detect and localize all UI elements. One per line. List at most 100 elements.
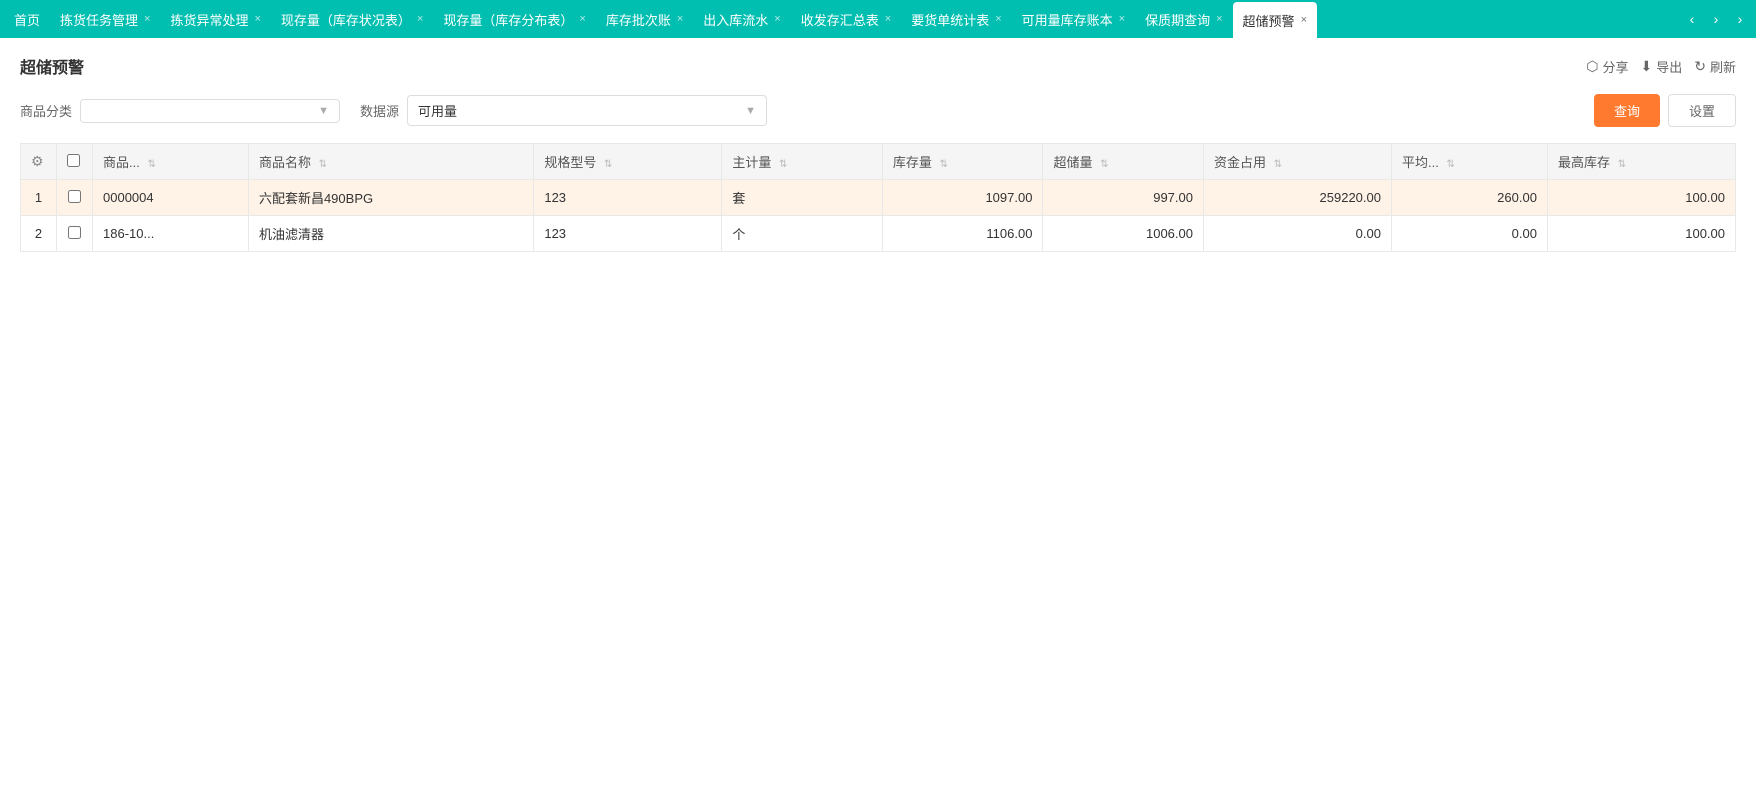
th-gear[interactable]: ⚙	[21, 144, 57, 180]
nav-item-overstock-warning[interactable]: 超储预警 ×	[1233, 2, 1317, 38]
nav-prev-arrow[interactable]: ‹	[1680, 0, 1704, 38]
close-icon[interactable]: ×	[1119, 13, 1125, 25]
cell-stock-qty: 1106.00	[882, 216, 1043, 252]
cell-product-name: 六配套新昌490BPG	[248, 180, 533, 216]
row-checkbox-cell[interactable]	[57, 180, 93, 216]
th-unit[interactable]: 主计量 ⇅	[722, 144, 883, 180]
refresh-button[interactable]: ↻ 刷新	[1694, 57, 1736, 76]
nav-item-recv-send[interactable]: 收发存汇总表 ×	[791, 0, 901, 38]
nav-item-inout-flow[interactable]: 出入库流水 ×	[693, 0, 790, 38]
chevron-down-icon: ▼	[318, 105, 329, 117]
cell-product-code: 0000004	[93, 180, 249, 216]
cell-unit: 套	[722, 180, 883, 216]
cell-overstock-qty: 1006.00	[1043, 216, 1204, 252]
settings-button[interactable]: 设置	[1668, 94, 1736, 127]
export-icon: ⬇	[1641, 58, 1653, 75]
cell-capital-occupy: 259220.00	[1203, 180, 1391, 216]
page-content: 超储预警 ⬡ 分享 ⬇ 导出 ↻ 刷新 商品分类 ▼ 数据源	[0, 38, 1756, 268]
close-icon[interactable]: ×	[774, 13, 780, 25]
cell-avg: 260.00	[1391, 180, 1547, 216]
close-icon[interactable]: ×	[1216, 13, 1222, 25]
data-table: ⚙ 商品... ⇅ 商品名称 ⇅ 规格型号 ⇅ 主计量	[20, 143, 1736, 252]
row-num: 1	[21, 180, 57, 216]
datasource-label: 数据源	[360, 101, 399, 120]
close-icon[interactable]: ×	[677, 13, 683, 25]
table-body: 1 0000004 六配套新昌490BPG 123 套 1097.00 997.…	[21, 180, 1736, 252]
sort-icon: ⇅	[1100, 159, 1108, 170]
nav-item-stock-dist[interactable]: 现存量（库存分布表） ×	[433, 0, 595, 38]
sort-icon: ⇅	[940, 159, 948, 170]
th-product-name[interactable]: 商品名称 ⇅	[248, 144, 533, 180]
cell-avg: 0.00	[1391, 216, 1547, 252]
nav-item-quality-check[interactable]: 保质期查询 ×	[1135, 0, 1232, 38]
page-header: 超储预警 ⬡ 分享 ⬇ 导出 ↻ 刷新	[20, 54, 1736, 78]
query-button[interactable]: 查询	[1594, 94, 1660, 127]
nav-item-order-stats[interactable]: 要货单统计表 ×	[901, 0, 1011, 38]
filter-row: 商品分类 ▼ 数据源 可用量 ▼ 查询 设置	[20, 94, 1736, 127]
th-avg[interactable]: 平均... ⇅	[1391, 144, 1547, 180]
nav-item-home[interactable]: 首页	[4, 0, 50, 38]
cell-product-name: 机油滤清器	[248, 216, 533, 252]
share-button[interactable]: ⬡ 分享	[1586, 57, 1628, 76]
sort-icon: ⇅	[319, 159, 327, 170]
sort-icon: ⇅	[1618, 159, 1626, 170]
nav-next-arrow[interactable]: ›	[1704, 0, 1728, 38]
header-actions: ⬡ 分享 ⬇ 导出 ↻ 刷新	[1586, 57, 1736, 76]
sort-icon: ⇅	[1446, 159, 1454, 170]
row-checkbox[interactable]	[68, 190, 81, 203]
product-category-select[interactable]: ▼	[80, 99, 340, 123]
cell-stock-qty: 1097.00	[882, 180, 1043, 216]
th-stock-qty[interactable]: 库存量 ⇅	[882, 144, 1043, 180]
th-spec[interactable]: 规格型号 ⇅	[534, 144, 722, 180]
cell-overstock-qty: 997.00	[1043, 180, 1204, 216]
filter-datasource: 数据源 可用量 ▼	[360, 95, 767, 126]
cell-capital-occupy: 0.00	[1203, 216, 1391, 252]
page-title: 超储预警	[20, 54, 84, 78]
table-row: 2 186-10... 机油滤清器 123 个 1106.00 1006.00 …	[21, 216, 1736, 252]
share-icon: ⬡	[1586, 58, 1598, 75]
sort-icon: ⇅	[779, 159, 787, 170]
th-max-stock[interactable]: 最高库存 ⇅	[1547, 144, 1735, 180]
cell-spec: 123	[534, 216, 722, 252]
filter-actions: 查询 设置	[1594, 94, 1736, 127]
close-icon[interactable]: ×	[885, 13, 891, 25]
row-num: 2	[21, 216, 57, 252]
th-capital-occupy[interactable]: 资金占用 ⇅	[1203, 144, 1391, 180]
refresh-icon: ↻	[1694, 58, 1706, 75]
cell-product-code: 186-10...	[93, 216, 249, 252]
th-overstock-qty[interactable]: 超储量 ⇅	[1043, 144, 1204, 180]
nav-item-batch-ledger[interactable]: 库存批次账 ×	[596, 0, 693, 38]
th-checkbox[interactable]	[57, 144, 93, 180]
close-icon[interactable]: ×	[144, 13, 150, 25]
datasource-select[interactable]: 可用量 ▼	[407, 95, 767, 126]
nav-bar: 首页 拣货任务管理 × 拣货异常处理 × 现存量（库存状况表） × 现存量（库存…	[0, 0, 1756, 38]
gear-icon[interactable]: ⚙	[31, 153, 44, 169]
close-icon[interactable]: ×	[579, 13, 585, 25]
cell-unit: 个	[722, 216, 883, 252]
export-button[interactable]: ⬇ 导出	[1641, 57, 1683, 76]
select-all-checkbox[interactable]	[67, 154, 80, 167]
close-icon[interactable]: ×	[995, 13, 1001, 25]
close-icon[interactable]: ×	[417, 13, 423, 25]
sort-icon: ⇅	[147, 159, 155, 170]
nav-item-available-ledger[interactable]: 可用量库存账本 ×	[1012, 0, 1135, 38]
filter-product-category: 商品分类 ▼	[20, 99, 340, 123]
chevron-down-icon: ▼	[745, 105, 756, 117]
close-icon[interactable]: ×	[254, 13, 260, 25]
nav-more-arrow[interactable]: ›	[1728, 0, 1752, 38]
table-header-row: ⚙ 商品... ⇅ 商品名称 ⇅ 规格型号 ⇅ 主计量	[21, 144, 1736, 180]
row-checkbox[interactable]	[68, 226, 81, 239]
nav-item-task-mgmt[interactable]: 拣货任务管理 ×	[50, 0, 160, 38]
close-icon[interactable]: ×	[1301, 14, 1307, 26]
table-row: 1 0000004 六配套新昌490BPG 123 套 1097.00 997.…	[21, 180, 1736, 216]
product-category-label: 商品分类	[20, 101, 72, 120]
row-checkbox-cell[interactable]	[57, 216, 93, 252]
cell-max-stock: 100.00	[1547, 216, 1735, 252]
nav-item-stock-status[interactable]: 现存量（库存状况表） ×	[271, 0, 433, 38]
cell-spec: 123	[534, 180, 722, 216]
sort-icon: ⇅	[604, 159, 612, 170]
nav-item-exception[interactable]: 拣货异常处理 ×	[160, 0, 270, 38]
th-product-code[interactable]: 商品... ⇅	[93, 144, 249, 180]
sort-icon: ⇅	[1274, 159, 1282, 170]
datasource-value: 可用量	[418, 101, 457, 120]
